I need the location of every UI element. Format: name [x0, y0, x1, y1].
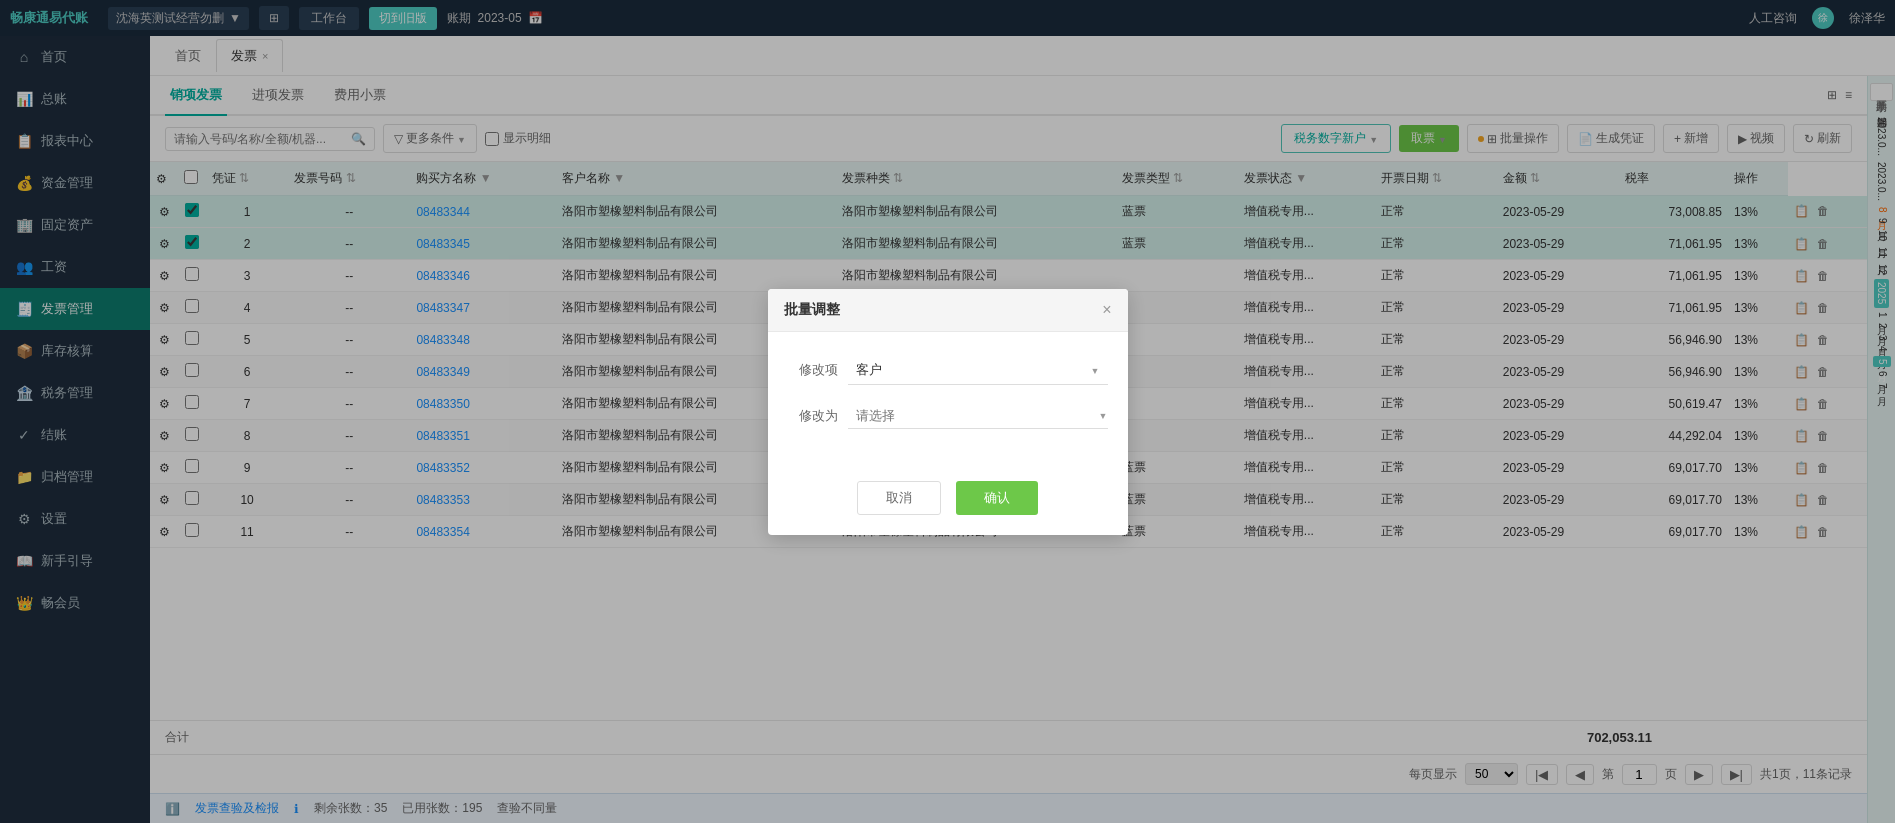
modal-cancel-button[interactable]: 取消: [857, 481, 941, 515]
modal-footer: 取消 确认: [768, 471, 1128, 535]
modal-header: 批量调整 ×: [768, 289, 1128, 332]
modify-item-label: 修改项: [788, 361, 838, 379]
modify-to-container: [848, 403, 1108, 429]
modify-to-input[interactable]: [848, 403, 1099, 428]
modal-body: 修改项 客户 修改为: [768, 332, 1128, 471]
batch-adjust-modal: 批量调整 × 修改项 客户 修改为 取消 确认: [768, 289, 1128, 535]
modal-title: 批量调整: [784, 301, 840, 319]
modal-close-button[interactable]: ×: [1102, 301, 1111, 319]
modify-to-label: 修改为: [788, 407, 838, 425]
form-row-modify-item: 修改项 客户: [788, 356, 1108, 385]
form-row-modify-to: 修改为: [788, 403, 1108, 429]
modal-overlay[interactable]: 批量调整 × 修改项 客户 修改为 取消 确认: [0, 0, 1895, 823]
modal-confirm-button[interactable]: 确认: [956, 481, 1038, 515]
modify-item-value: 客户: [856, 361, 882, 379]
modify-to-chevron-icon: [1099, 408, 1108, 422]
modify-item-chevron-icon: [1091, 362, 1100, 377]
modify-item-select[interactable]: 客户: [848, 356, 1108, 385]
